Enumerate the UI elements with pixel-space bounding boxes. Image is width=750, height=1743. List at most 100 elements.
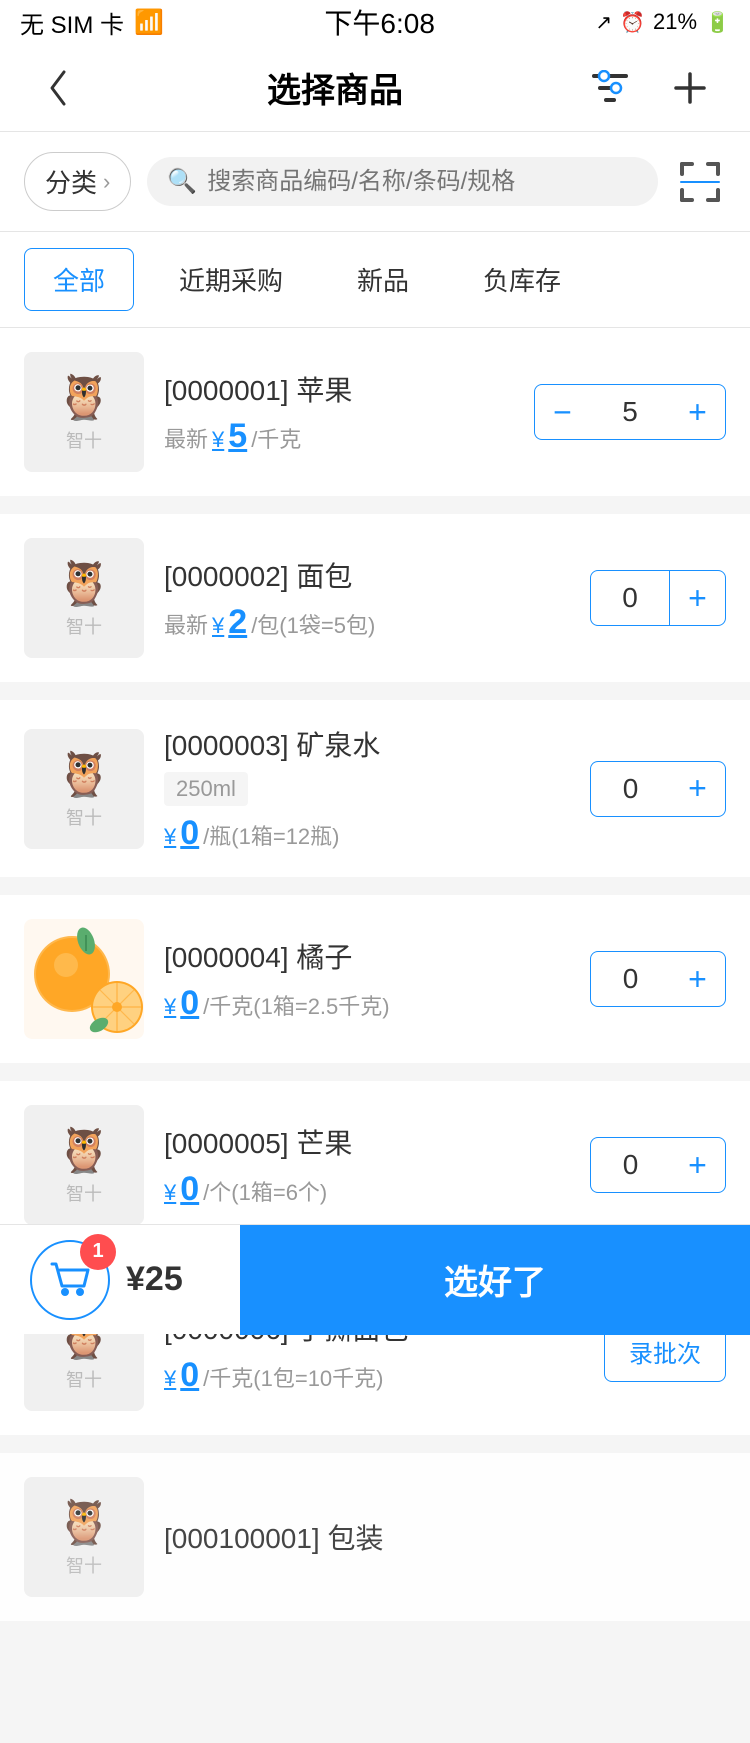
product-info: [0000004] 橘子 ¥ 0 /千克(1箱=2.5千克) <box>164 936 570 1023</box>
price-unit: /千克(1箱=2.5千克) <box>203 989 389 1021</box>
category-button[interactable]: 分类 › <box>24 152 131 211</box>
product-thumbnail <box>24 919 144 1039</box>
divider <box>0 498 750 514</box>
cart-section: 1 ¥25 <box>0 1240 240 1320</box>
back-button[interactable] <box>30 58 90 118</box>
status-bar: 无 SIM 卡 📶 下午6:08 ↗ ⏰ 21% 🔋 <box>0 0 750 44</box>
product-spec: 250ml <box>164 772 248 806</box>
price-currency: ¥ <box>164 994 176 1020</box>
product-info: [0000005] 芒果 ¥ 0 /个(1箱=6个) <box>164 1122 570 1209</box>
scan-button[interactable] <box>674 156 726 208</box>
cart-icon-button[interactable]: 1 <box>30 1240 110 1320</box>
price-number: 2 <box>228 603 247 642</box>
quantity-control: − + <box>534 384 726 440</box>
table-row: 🦉 智十 [0000002] 面包 最新 ¥ 2 /包(1袋=5包) + <box>0 514 750 682</box>
owl-icon: 🦉 <box>57 748 112 800</box>
product-info: [000100001] 包装 <box>164 1517 726 1557</box>
product-name: [0000003] 矿泉水 <box>164 724 570 764</box>
product-price: ¥ 0 /千克(1箱=2.5千克) <box>164 984 570 1023</box>
product-name: [0000002] 面包 <box>164 555 570 595</box>
product-thumbnail: 🦉 智十 <box>24 538 144 658</box>
search-input[interactable] <box>207 168 638 196</box>
search-box: 🔍 <box>147 157 658 206</box>
table-row: 🦉 智十 [0000001] 苹果 最新 ¥ 5 /千克 − + <box>0 328 750 496</box>
filter-button[interactable] <box>580 58 640 118</box>
quantity-minus-button[interactable]: − <box>534 384 590 440</box>
quantity-control: + <box>590 761 726 817</box>
tab-all[interactable]: 全部 <box>24 248 134 311</box>
quantity-input[interactable] <box>590 761 670 817</box>
cart-badge: 1 <box>80 1234 116 1270</box>
owl-icon: 🦉 <box>57 557 112 609</box>
owl-icon: 🦉 <box>57 1496 112 1548</box>
tab-new[interactable]: 新品 <box>328 248 438 311</box>
table-row: [0000004] 橘子 ¥ 0 /千克(1箱=2.5千克) + <box>0 895 750 1063</box>
product-name: [0000005] 芒果 <box>164 1122 570 1162</box>
price-label: 最新 <box>164 422 208 454</box>
quantity-control: + <box>590 1137 726 1193</box>
quantity-plus-button[interactable]: + <box>670 570 726 626</box>
price-number: 0 <box>180 1170 199 1209</box>
product-price: ¥ 0 /瓶(1箱=12瓶) <box>164 814 570 853</box>
table-row: 🦉 智十 [000100001] 包装 <box>0 1453 750 1621</box>
product-price: 最新 ¥ 5 /千克 <box>164 417 514 456</box>
quantity-input[interactable] <box>590 1137 670 1193</box>
price-currency: ¥ <box>164 1366 176 1392</box>
filter-bar: 分类 › 🔍 <box>0 132 750 232</box>
battery-text: 21% <box>653 9 697 35</box>
product-thumbnail: 🦉 智十 <box>24 1105 144 1225</box>
status-right: ↗ ⏰ 21% 🔋 <box>595 9 730 35</box>
search-icon: 🔍 <box>167 167 197 196</box>
battery-icon: 🔋 <box>705 10 730 35</box>
alarm-icon: ⏰ <box>620 10 645 35</box>
product-info: [0000002] 面包 最新 ¥ 2 /包(1袋=5包) <box>164 555 570 642</box>
divider <box>0 879 750 895</box>
category-label: 分类 <box>45 163 97 200</box>
product-thumbnail: 🦉 智十 <box>24 1477 144 1597</box>
tab-recent[interactable]: 近期采购 <box>150 248 312 311</box>
bottom-bar: 1 ¥25 选好了 <box>0 1224 750 1334</box>
divider <box>0 1437 750 1453</box>
owl-icon: 🦉 <box>57 371 112 423</box>
quantity-input[interactable] <box>590 570 670 626</box>
nav-actions <box>580 58 720 118</box>
quantity-input[interactable] <box>590 951 670 1007</box>
price-currency: ¥ <box>164 1180 176 1206</box>
wifi-icon: 📶 <box>134 8 164 37</box>
owl-icon: 🦉 <box>57 1124 112 1176</box>
quantity-plus-button[interactable]: + <box>670 761 726 817</box>
brand-label: 智十 <box>66 1552 102 1578</box>
quantity-plus-button[interactable]: + <box>670 1137 726 1193</box>
chevron-right-icon: › <box>103 169 110 195</box>
price-number: 5 <box>228 417 247 456</box>
price-currency: ¥ <box>212 427 224 453</box>
product-info: [0000003] 矿泉水 250ml ¥ 0 /瓶(1箱=12瓶) <box>164 724 570 853</box>
quantity-control: + <box>590 570 726 626</box>
carrier-text: 无 SIM 卡 <box>20 5 124 40</box>
quantity-plus-button[interactable]: + <box>670 951 726 1007</box>
brand-label: 智十 <box>66 1180 102 1206</box>
brand-label: 智十 <box>66 804 102 830</box>
price-number: 0 <box>180 814 199 853</box>
location-icon: ↗ <box>595 10 612 35</box>
confirm-button[interactable]: 选好了 <box>240 1225 750 1335</box>
quantity-plus-button[interactable]: + <box>670 384 726 440</box>
quantity-input[interactable] <box>590 384 670 440</box>
divider <box>0 684 750 700</box>
price-unit: /包(1袋=5包) <box>251 608 375 640</box>
tab-negative[interactable]: 负库存 <box>454 248 590 311</box>
product-info: [0000001] 苹果 最新 ¥ 5 /千克 <box>164 369 514 456</box>
price-unit: /瓶(1箱=12瓶) <box>203 819 339 851</box>
quantity-control: + <box>590 951 726 1007</box>
divider <box>0 1065 750 1081</box>
cart-amount: ¥25 <box>126 1260 183 1299</box>
add-button[interactable] <box>660 58 720 118</box>
product-price: ¥ 0 /个(1箱=6个) <box>164 1170 570 1209</box>
product-thumbnail: 🦉 智十 <box>24 352 144 472</box>
product-list: 🦉 智十 [0000001] 苹果 最新 ¥ 5 /千克 − + 🦉 智十 [0… <box>0 328 750 1743</box>
product-price: 最新 ¥ 2 /包(1袋=5包) <box>164 603 570 642</box>
price-currency: ¥ <box>212 613 224 639</box>
product-name: [000100001] 包装 <box>164 1517 726 1557</box>
page-title: 选择商品 <box>90 63 580 112</box>
product-thumbnail: 🦉 智十 <box>24 729 144 849</box>
